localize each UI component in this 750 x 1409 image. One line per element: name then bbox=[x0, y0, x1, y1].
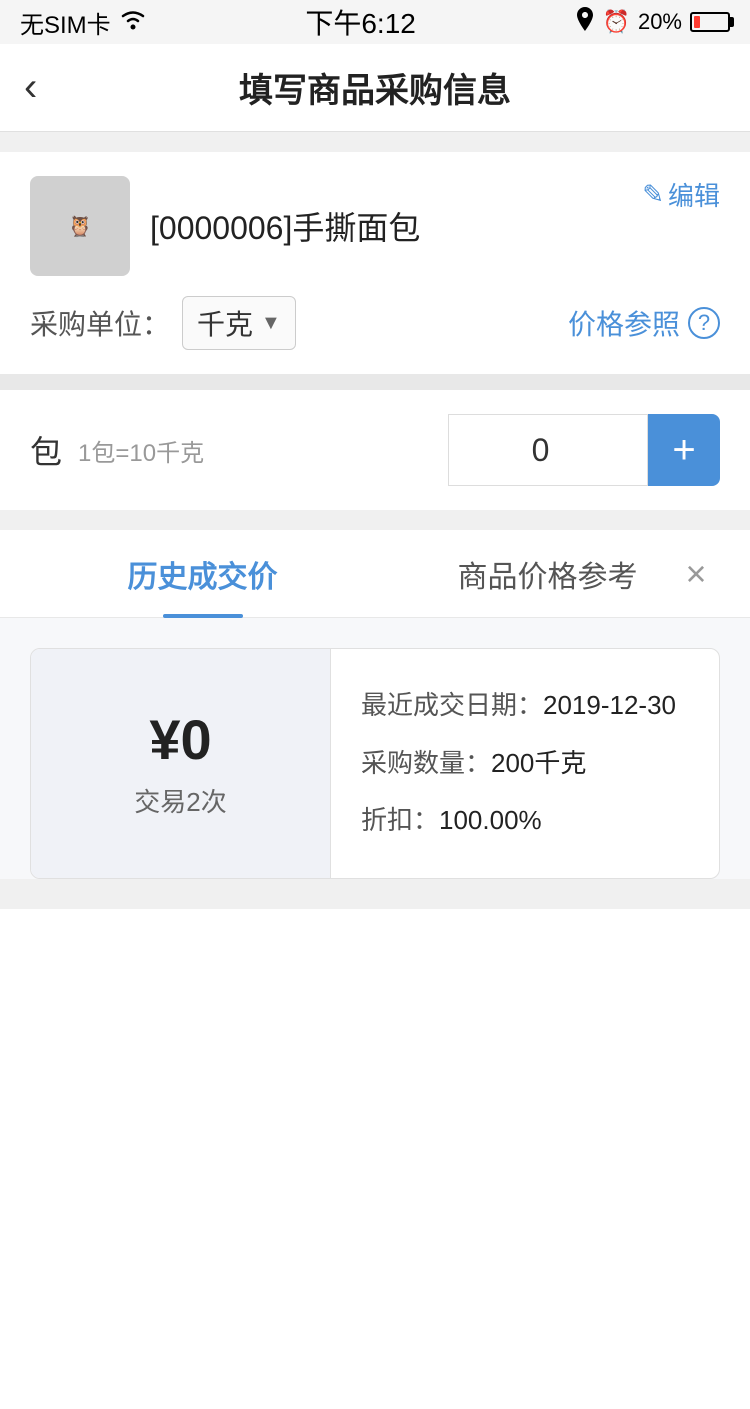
carrier-text: 无SIM卡 bbox=[20, 5, 111, 40]
location-icon bbox=[575, 7, 595, 37]
divider bbox=[0, 374, 750, 390]
alarm-icon: ⏰ bbox=[603, 9, 630, 35]
page-title: 填写商品采购信息 bbox=[239, 63, 511, 112]
qty-plus-button[interactable]: + bbox=[648, 414, 720, 486]
price-amount: ¥0 bbox=[149, 707, 211, 772]
battery-indicator bbox=[690, 12, 730, 32]
tab-underline bbox=[163, 614, 243, 618]
qty-input-group: + bbox=[448, 414, 720, 486]
qty-conversion: 1包=10千克 bbox=[78, 433, 204, 468]
history-card: ¥0 交易2次 最近成交日期：2019-12-30 采购数量：200千克 折扣：… bbox=[30, 648, 720, 879]
product-name: [0000006]手撕面包 bbox=[150, 203, 420, 249]
price-panel: 历史成交价 商品价格参考 × ¥0 交易2次 最近成交日期：2019-12-30… bbox=[0, 530, 750, 879]
edit-icon: ✎ bbox=[642, 179, 664, 210]
discount-label: 折扣： bbox=[361, 805, 439, 835]
wifi-icon bbox=[119, 8, 147, 37]
qty-info-label: 采购数量： bbox=[361, 748, 491, 778]
status-left: 无SIM卡 bbox=[20, 5, 147, 40]
price-ref-button[interactable]: 价格参照 ? bbox=[568, 303, 720, 343]
qty-info-value: 200千克 bbox=[491, 748, 586, 778]
history-details: 最近成交日期：2019-12-30 采购数量：200千克 折扣：100.00% bbox=[331, 649, 719, 878]
unit-select[interactable]: 千克 ▼ bbox=[182, 296, 296, 350]
status-time: 下午6:12 bbox=[305, 2, 416, 42]
edit-button[interactable]: ✎ 编辑 bbox=[642, 176, 720, 213]
qty-label: 包 1包=10千克 bbox=[30, 427, 204, 473]
transaction-count: 交易2次 bbox=[134, 782, 226, 819]
product-thumbnail: 🦉 bbox=[30, 176, 130, 276]
unit-row: 采购单位： 千克 ▼ 价格参照 ? bbox=[30, 296, 720, 350]
back-button[interactable]: ‹ bbox=[24, 65, 37, 110]
date-value: 2019-12-30 bbox=[543, 690, 676, 720]
chevron-down-icon: ▼ bbox=[261, 312, 281, 335]
discount-value: 100.00% bbox=[439, 805, 542, 835]
date-label: 最近成交日期： bbox=[361, 690, 543, 720]
product-info: 🦉 [0000006]手撕面包 bbox=[30, 176, 420, 276]
tab-history-label: 历史成交价 bbox=[128, 552, 278, 596]
status-right: ⏰ 20% bbox=[575, 7, 730, 37]
date-row: 最近成交日期：2019-12-30 bbox=[361, 685, 689, 727]
owl-icon: 🦉 bbox=[68, 214, 93, 239]
quantity-input[interactable] bbox=[448, 414, 648, 486]
tab-history-price[interactable]: 历史成交价 bbox=[30, 530, 375, 618]
status-bar: 无SIM卡 下午6:12 ⏰ 20% bbox=[0, 0, 750, 44]
qty-unit: 包 bbox=[30, 427, 62, 473]
product-header: 🦉 [0000006]手撕面包 ✎ 编辑 bbox=[30, 176, 720, 276]
unit-value: 千克 bbox=[197, 303, 253, 343]
price-ref-label: 价格参照 bbox=[568, 303, 680, 343]
quantity-row: 包 1包=10千克 + bbox=[0, 390, 750, 510]
unit-label: 采购单位： bbox=[30, 303, 170, 343]
info-icon: ? bbox=[688, 307, 720, 339]
nav-bar: ‹ 填写商品采购信息 bbox=[0, 44, 750, 132]
close-button[interactable]: × bbox=[666, 544, 726, 604]
tabs-row: 历史成交价 商品价格参考 × bbox=[0, 530, 750, 618]
product-card: 🦉 [0000006]手撕面包 ✎ 编辑 采购单位： 千克 ▼ 价格参照 ? bbox=[0, 152, 750, 374]
qty-info-row: 采购数量：200千克 bbox=[361, 743, 689, 785]
tab-product-label: 商品价格参考 bbox=[458, 552, 638, 596]
edit-label: 编辑 bbox=[668, 176, 720, 213]
history-price-left: ¥0 交易2次 bbox=[31, 649, 331, 878]
battery-percent: 20% bbox=[638, 9, 682, 35]
discount-row: 折扣：100.00% bbox=[361, 800, 689, 842]
